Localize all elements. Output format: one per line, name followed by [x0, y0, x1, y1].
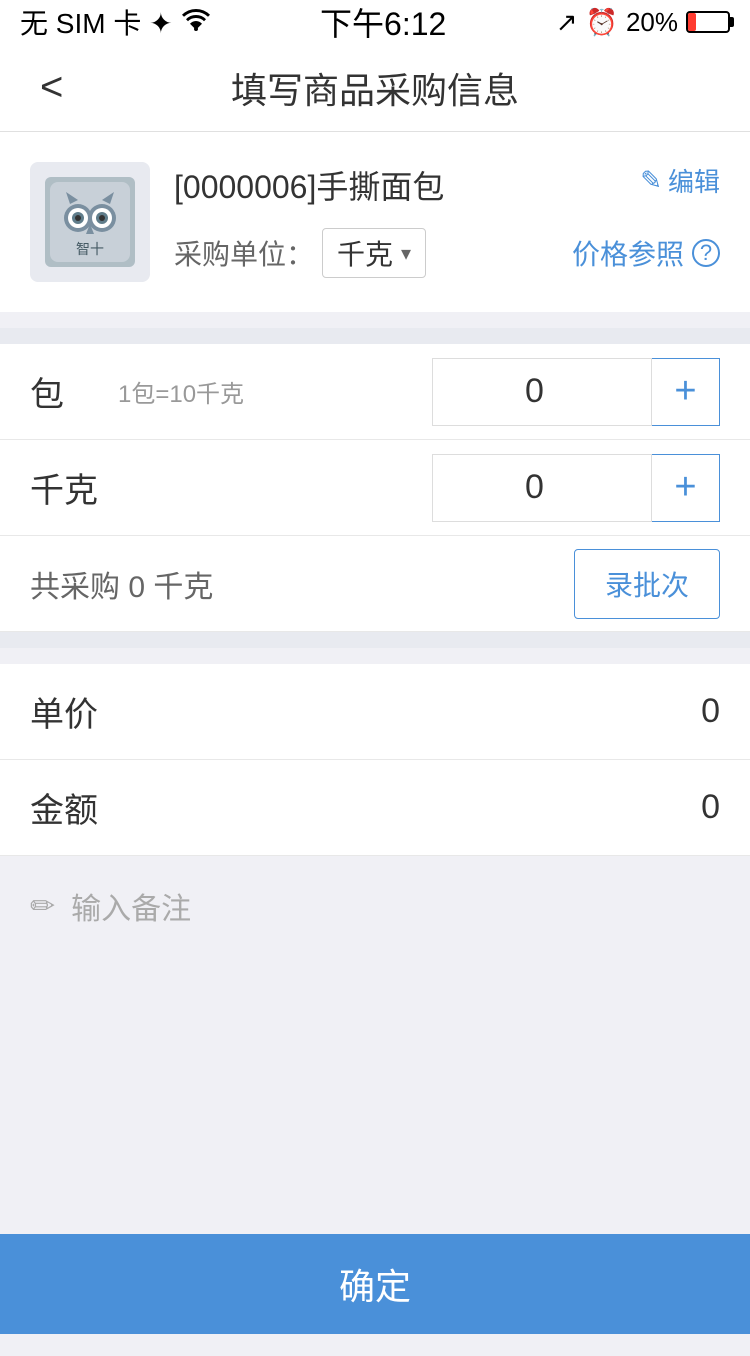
kg-label: 千克 — [30, 463, 110, 512]
total-row: 共采购 0 千克 录批次 — [0, 536, 750, 632]
record-batch-button[interactable]: 录批次 — [574, 549, 720, 619]
time-display: 下午6:12 — [320, 0, 446, 45]
kg-plus-button[interactable]: + — [652, 454, 720, 522]
unit-price-row: 单价 0 — [0, 664, 750, 760]
battery-icon — [686, 11, 730, 33]
unit-label: 采购单位： — [174, 233, 314, 273]
pack-row: 包 1包=10千克 + — [0, 344, 750, 440]
price-ref-button[interactable]: 价格参照 ? — [572, 233, 720, 273]
empty-area — [0, 956, 750, 1256]
confirm-bar[interactable]: 确定 — [0, 1234, 750, 1334]
pack-input[interactable] — [432, 358, 652, 426]
wifi-icon — [181, 6, 211, 38]
pack-label: 包 — [30, 367, 110, 416]
section-divider-2 — [0, 632, 750, 648]
kg-input[interactable] — [432, 454, 652, 522]
amount-label: 金额 — [30, 783, 98, 832]
pack-sublabel: 1包=10千克 — [118, 374, 432, 409]
pack-control: + — [432, 358, 720, 426]
remark-section[interactable]: ✏ 输入备注 — [0, 856, 750, 956]
amount-value: 0 — [701, 788, 720, 827]
page-title: 填写商品采购信息 — [231, 62, 519, 114]
edit-button[interactable]: ✎ 编辑 — [640, 162, 720, 199]
alarm-icon: ⏰ — [586, 7, 618, 38]
kg-control: + — [432, 454, 720, 522]
amount-row: 金额 0 — [0, 760, 750, 856]
kg-row: 千克 + — [0, 440, 750, 536]
remark-placeholder: 输入备注 — [71, 884, 191, 928]
back-button[interactable]: < — [30, 55, 73, 120]
status-bar: 无 SIM 卡 ✦ 下午6:12 ↗ ⏰ 20% — [0, 0, 750, 44]
unit-dropdown[interactable]: 千克 ▾ — [322, 228, 426, 278]
chevron-down-icon: ▾ — [401, 241, 411, 266]
status-right: ↗ ⏰ 20% — [556, 7, 730, 38]
section-divider-1 — [0, 328, 750, 344]
confirm-text: 确定 — [339, 1258, 411, 1310]
product-card: 智十 [0000006]手撕面包 采购单位： 千克 ▾ 价格参照 ? — [0, 132, 750, 312]
product-name: [0000006]手撕面包 — [174, 162, 720, 208]
unit-price-label: 单价 — [30, 687, 98, 736]
pack-plus-button[interactable]: + — [652, 358, 720, 426]
pencil-icon: ✏ — [30, 889, 55, 924]
location-icon: ↗ — [556, 7, 578, 38]
battery-percent: 20% — [626, 7, 678, 38]
help-icon: ? — [692, 239, 720, 267]
nav-bar: < 填写商品采购信息 — [0, 44, 750, 132]
product-meta: 采购单位： 千克 ▾ 价格参照 ? — [174, 228, 720, 278]
svg-text:智十: 智十 — [76, 241, 104, 257]
product-image: 智十 — [30, 162, 150, 282]
status-left: 无 SIM 卡 ✦ — [20, 2, 211, 42]
product-logo: 智十 — [45, 177, 135, 267]
unit-price-value: 0 — [701, 692, 720, 731]
unit-selector[interactable]: 采购单位： 千克 ▾ — [174, 228, 426, 278]
input-section: 包 1包=10千克 + 千克 + 共采购 0 千克 录批次 — [0, 344, 750, 632]
sim-label: 无 SIM 卡 ✦ — [20, 2, 173, 42]
edit-icon: ✎ — [640, 165, 662, 196]
total-label: 共采购 0 千克 — [30, 562, 213, 606]
info-section: 单价 0 金额 0 — [0, 664, 750, 856]
product-info: [0000006]手撕面包 采购单位： 千克 ▾ 价格参照 ? — [174, 162, 720, 278]
